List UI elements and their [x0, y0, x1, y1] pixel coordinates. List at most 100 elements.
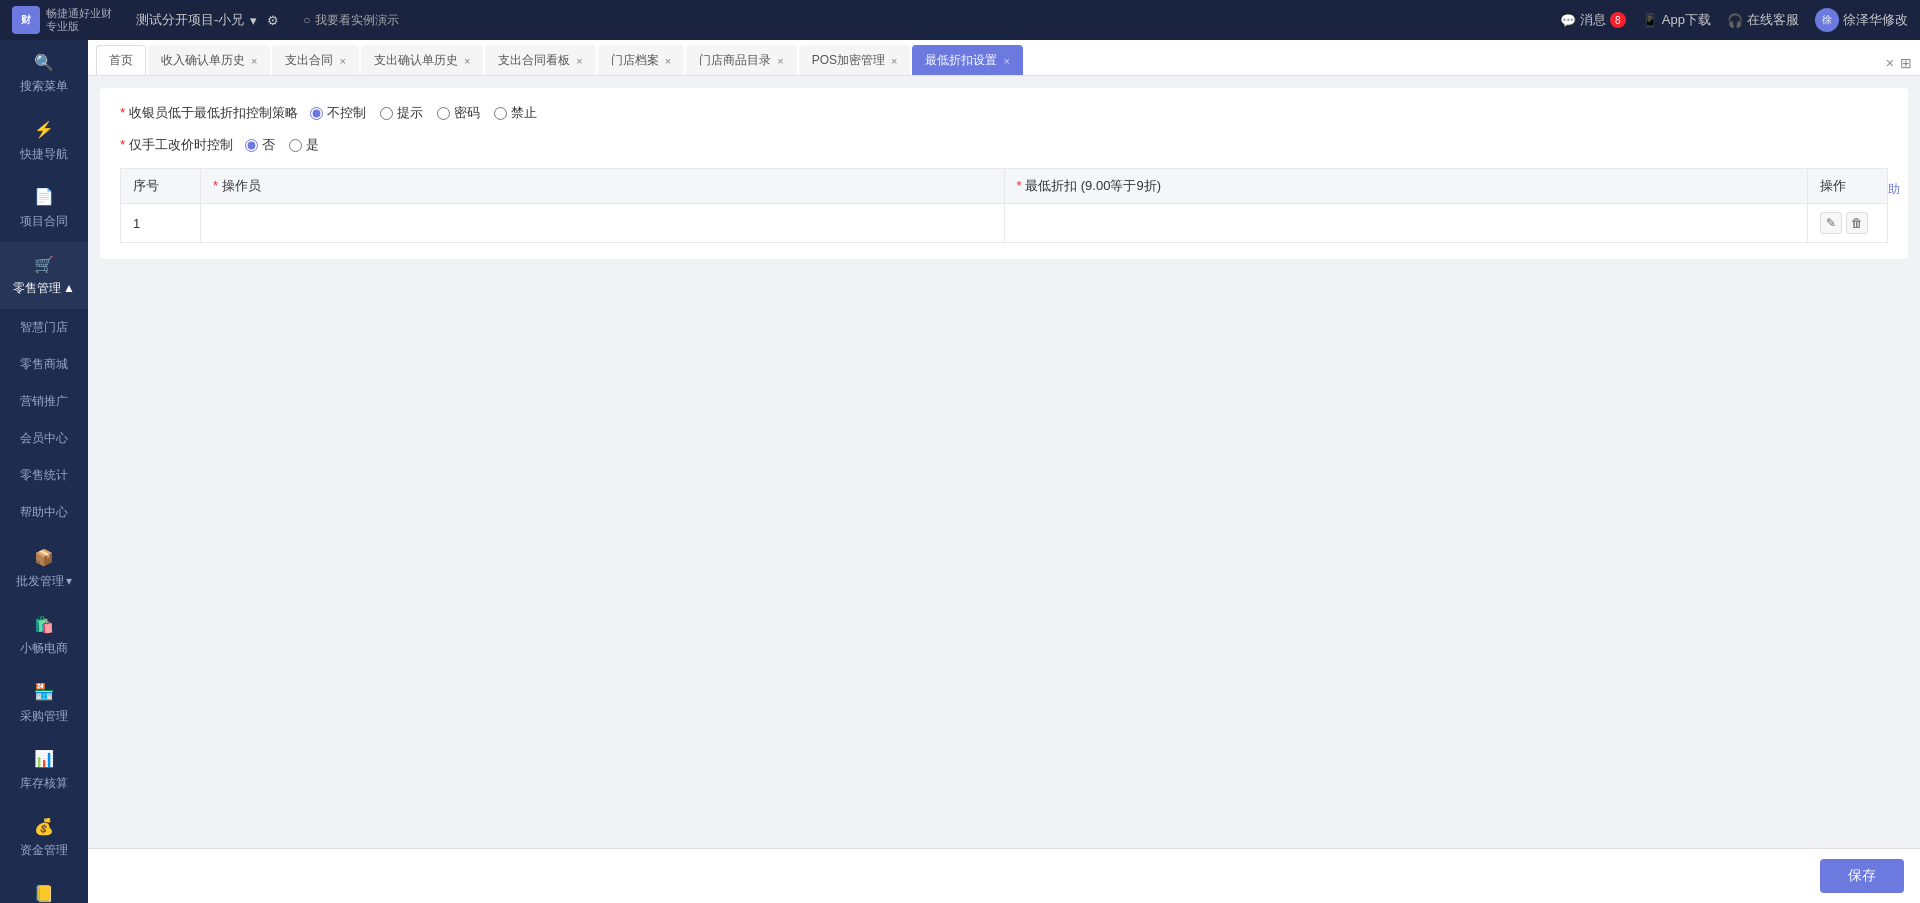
topbar-right: 💬 消息 8 📱 App下载 🎧 在线客服 徐 徐泽华修改	[1560, 8, 1908, 32]
radio-yes-input[interactable]	[289, 139, 302, 152]
tab-label: 最低折扣设置	[925, 52, 997, 69]
sidebar-item-inventory[interactable]: 📊 库存核算	[0, 736, 88, 803]
form-card: 收银员低于最低折扣控制策略 不控制 提示 密码	[100, 88, 1908, 259]
manual-price-label: 仅手工改价时控制	[120, 136, 233, 154]
online-service-button[interactable]: 🎧 在线客服	[1727, 11, 1799, 29]
tab-close-icon[interactable]: ×	[464, 55, 470, 67]
project-selector[interactable]: 测试分开项目-小兄 ▾ ⚙	[136, 11, 279, 29]
sidebar-item-search[interactable]: 🔍 搜索菜单	[0, 40, 88, 107]
tabbar: 首页 收入确认单历史 × 支出合同 × 支出确认单历史 × 支出合同看板 × 门…	[88, 40, 1920, 76]
tab-close-icon[interactable]: ×	[1003, 55, 1009, 67]
operator-input[interactable]	[213, 216, 992, 231]
sidebar-item-finance[interactable]: 💰 资金管理	[0, 804, 88, 871]
message-icon: 💬	[1560, 13, 1576, 28]
tab-close-all-icon[interactable]: ×	[1886, 55, 1894, 71]
sidebar-item-ledger[interactable]: 📒 总账管理	[0, 871, 88, 903]
radio-password[interactable]: 密码	[437, 104, 480, 122]
radio-forbid-label: 禁止	[511, 104, 537, 122]
sidebar-item-shortcuts[interactable]: ⚡ 快捷导航	[0, 107, 88, 174]
tab-close-icon[interactable]: ×	[339, 55, 345, 67]
tab-store-goods[interactable]: 门店商品目录 ×	[686, 45, 796, 75]
money-icon: 💰	[34, 816, 54, 838]
tab-payment-confirm[interactable]: 支出确认单历史 ×	[361, 45, 483, 75]
radio-no-control-input[interactable]	[310, 107, 323, 120]
col-operator: 操作员	[201, 169, 1005, 204]
radio-password-input[interactable]	[437, 107, 450, 120]
discount-strategy-radio-group: 不控制 提示 密码 禁止	[310, 104, 537, 122]
radio-remind[interactable]: 提示	[380, 104, 423, 122]
discount-table-container: 序号 操作员 最低折扣 (9.00等于9折) 操作 1	[120, 168, 1888, 243]
sidebar-item-retail-stats[interactable]: 零售统计	[0, 457, 88, 494]
shopping-icon: 🛍️	[34, 614, 54, 636]
sidebar-item-marketing[interactable]: 营销推广	[0, 383, 88, 420]
radio-no-input[interactable]	[245, 139, 258, 152]
sidebar-item-retail[interactable]: 🛒 零售管理 ▲	[0, 242, 88, 309]
sidebar-item-purchase[interactable]: 🏪 采购管理	[0, 669, 88, 736]
cell-operator[interactable]	[201, 204, 1005, 243]
sidebar-item-label: 小畅电商	[20, 640, 68, 657]
tab-expand-icon[interactable]: ⊞	[1900, 55, 1912, 71]
min-discount-input[interactable]	[1017, 216, 1796, 231]
sidebar-item-membership[interactable]: 会员中心	[0, 420, 88, 457]
row-actions: ✎ 🗑	[1820, 212, 1875, 234]
sidebar-item-label: 资金管理	[20, 842, 68, 859]
sidebar-item-wholesale[interactable]: 📦 批发管理 ▾	[0, 535, 88, 602]
discount-table: 序号 操作员 最低折扣 (9.00等于9折) 操作 1	[120, 168, 1888, 243]
radio-remind-input[interactable]	[380, 107, 393, 120]
sidebar-item-smart-store[interactable]: 智慧门店	[0, 309, 88, 346]
tab-close-icon[interactable]: ×	[665, 55, 671, 67]
home-tab-label: 首页	[109, 52, 133, 69]
ledger-icon: 📒	[34, 883, 54, 903]
cell-min-discount[interactable]	[1004, 204, 1808, 243]
sidebar-item-label: 搜索菜单	[20, 78, 68, 95]
sidebar-item-retail-mall[interactable]: 零售商城	[0, 346, 88, 383]
radio-forbid-input[interactable]	[494, 107, 507, 120]
chart-icon: 📊	[34, 748, 54, 770]
manual-price-row: 仅手工改价时控制 否 是	[120, 136, 1888, 154]
radio-forbid[interactable]: 禁止	[494, 104, 537, 122]
user-info[interactable]: 徐 徐泽华修改	[1815, 8, 1908, 32]
radio-no[interactable]: 否	[245, 136, 275, 154]
table-header-row: 序号 操作员 最低折扣 (9.00等于9折) 操作	[121, 169, 1888, 204]
sidebar-item-help[interactable]: 帮助中心	[0, 494, 88, 531]
sidebar-item-ecommerce[interactable]: 🛍️ 小畅电商	[0, 602, 88, 669]
manual-price-radio-group: 否 是	[245, 136, 319, 154]
message-button[interactable]: 💬 消息 8	[1560, 11, 1626, 29]
settings-icon[interactable]: ⚙	[267, 13, 279, 28]
tab-store-file[interactable]: 门店档案 ×	[598, 45, 684, 75]
tab-pos-password[interactable]: POS加密管理 ×	[799, 45, 911, 75]
col-actions: 操作	[1808, 169, 1888, 204]
tab-label: 门店商品目录	[699, 52, 771, 69]
radio-no-control[interactable]: 不控制	[310, 104, 366, 122]
edit-row-button[interactable]: ✎	[1820, 212, 1842, 234]
tab-close-icon[interactable]: ×	[576, 55, 582, 67]
radio-yes[interactable]: 是	[289, 136, 319, 154]
tab-close-icon[interactable]: ×	[777, 55, 783, 67]
col-min-discount: 最低折扣 (9.00等于9折)	[1004, 169, 1808, 204]
radio-password-label: 密码	[454, 104, 480, 122]
save-button[interactable]: 保存	[1820, 859, 1904, 893]
search-icon: 🔍	[34, 52, 54, 74]
tab-min-discount[interactable]: 最低折扣设置 ×	[912, 45, 1022, 75]
tab-close-icon[interactable]: ×	[251, 55, 257, 67]
delete-row-button[interactable]: 🗑	[1846, 212, 1868, 234]
circle-icon: ○	[303, 13, 310, 27]
tab-home[interactable]: 首页	[96, 45, 146, 75]
tabbar-actions: × ⊞	[1886, 55, 1912, 75]
tab-payment-board[interactable]: 支出合同看板 ×	[485, 45, 595, 75]
tab-payment-contract[interactable]: 支出合同 ×	[272, 45, 358, 75]
tab-label: 支出合同	[285, 52, 333, 69]
demo-link[interactable]: ○ 我要看实例演示	[303, 12, 398, 29]
app-download-button[interactable]: 📱 App下载	[1642, 11, 1711, 29]
flash-icon: ⚡	[34, 119, 54, 141]
col-seq: 序号	[121, 169, 201, 204]
main-layout: 🔍 搜索菜单 ⚡ 快捷导航 📄 项目合同 🛒 零售管理 ▲ 智慧门店 零售商城 …	[0, 40, 1920, 903]
project-name: 测试分开项目-小兄	[136, 11, 244, 29]
store-icon: 🏪	[34, 681, 54, 703]
radio-remind-label: 提示	[397, 104, 423, 122]
tab-income-confirm[interactable]: 收入确认单历史 ×	[148, 45, 270, 75]
tab-close-icon[interactable]: ×	[891, 55, 897, 67]
username: 徐泽华修改	[1843, 11, 1908, 29]
sidebar-item-contracts[interactable]: 📄 项目合同	[0, 174, 88, 241]
radio-yes-label: 是	[306, 136, 319, 154]
